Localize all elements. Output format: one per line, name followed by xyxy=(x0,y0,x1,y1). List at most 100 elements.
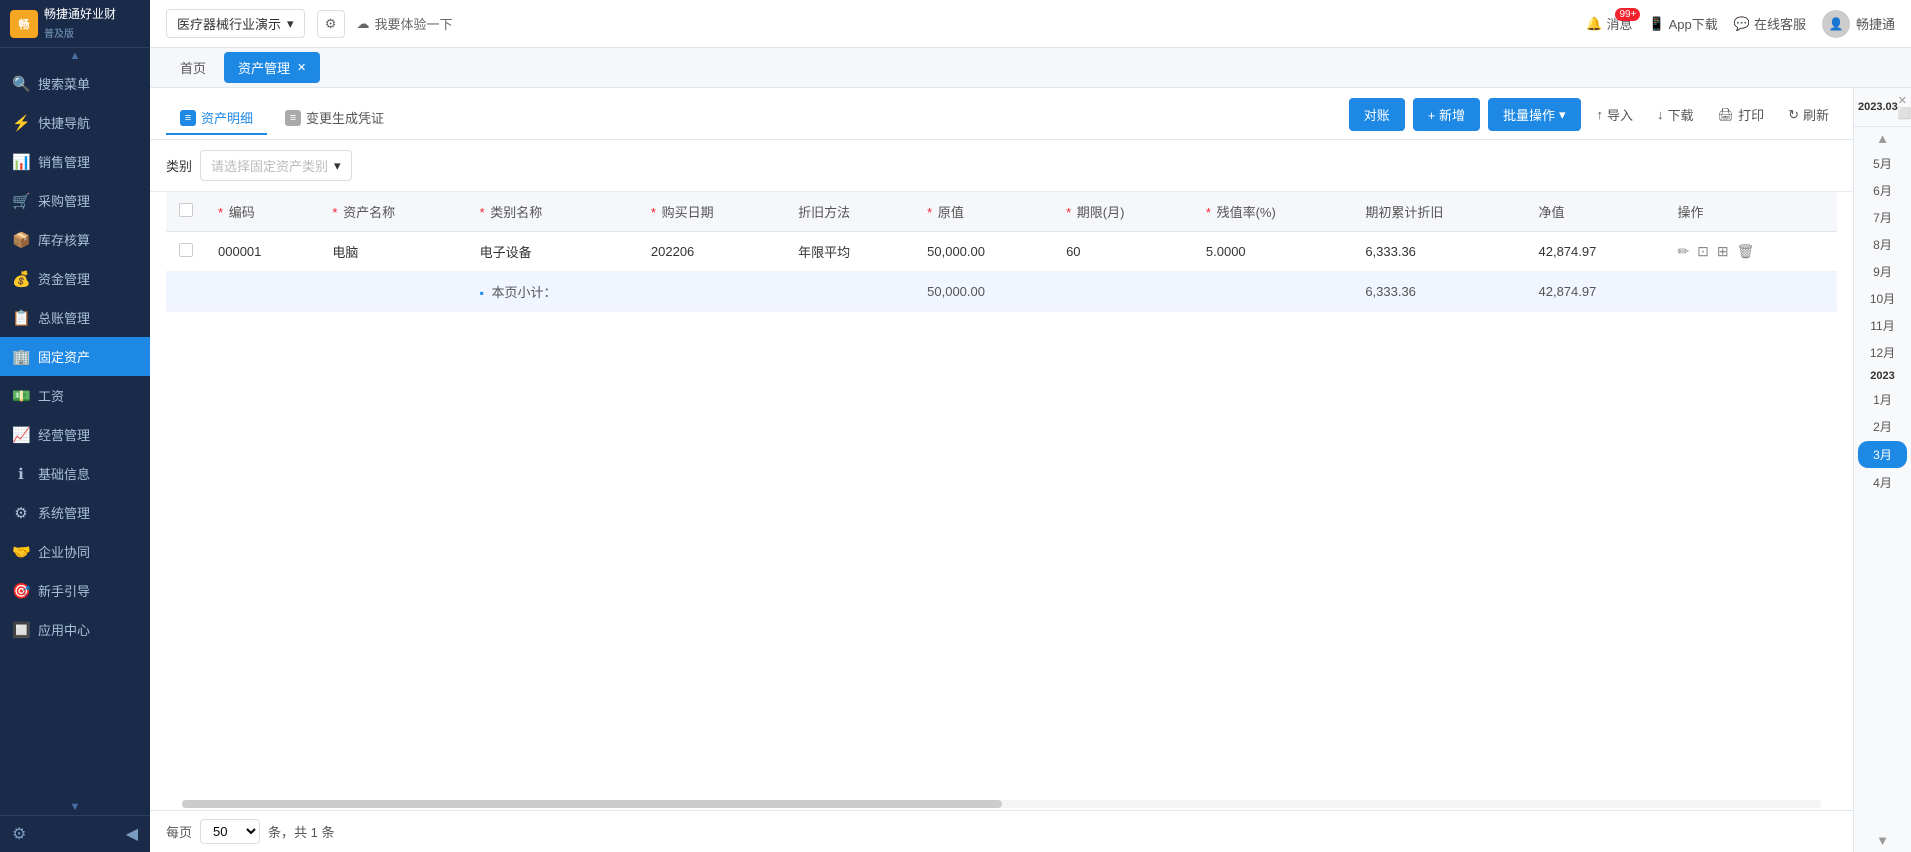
per-page-select[interactable]: 50 100 200 xyxy=(200,819,260,844)
timeline-prev-button[interactable]: ▲ xyxy=(1854,127,1911,150)
th-code: * 编码 xyxy=(206,192,320,232)
th-depreciation-method: 折旧方法 xyxy=(786,192,915,232)
sidebar-item-collaboration[interactable]: 🤝 企业协同 xyxy=(0,532,150,571)
subtotal-row: ▪ 本页小计： 50,000.00 6,333.36 42,874.97 xyxy=(166,272,1837,312)
timeline-month-12[interactable]: 12月 xyxy=(1854,339,1911,366)
timeline-next-button[interactable]: ▼ xyxy=(1854,829,1911,852)
row-checkbox[interactable] xyxy=(179,243,193,257)
company-selector[interactable]: 医疗器械行业演示 ▾ xyxy=(166,9,305,38)
th-name: * 资产名称 xyxy=(320,192,467,232)
online-support-button[interactable]: 💬 在线客服 xyxy=(1734,14,1806,33)
tab-home[interactable]: 首页 xyxy=(166,52,220,83)
print-button[interactable]: 🖨 打印 xyxy=(1710,99,1773,130)
th-period: * 期限(月) xyxy=(1054,192,1194,232)
add-new-button[interactable]: + 新增 xyxy=(1413,98,1480,131)
sidebar-item-basic-info[interactable]: ℹ 基础信息 xyxy=(0,454,150,493)
ledger-icon: 📋 xyxy=(12,309,30,327)
tab-asset-label: 资产管理 xyxy=(238,58,290,77)
notifications-button[interactable]: 🔔 消息 99+ xyxy=(1586,14,1632,33)
sidebar-item-operations[interactable]: 📈 经营管理 xyxy=(0,415,150,454)
handshake-icon: 🤝 xyxy=(12,543,30,561)
horizontal-scrollbar[interactable] xyxy=(182,800,1821,808)
sub-tab-voucher[interactable]: ≡ 变更生成凭证 xyxy=(271,102,398,135)
select-all-checkbox[interactable] xyxy=(179,203,193,217)
settings-bottom-icon[interactable]: ⚙ xyxy=(12,824,26,844)
tab-asset-management[interactable]: 资产管理 ✕ xyxy=(224,52,320,83)
copy-icon[interactable]: ⊡ xyxy=(1697,243,1709,260)
apps-icon: 🔲 xyxy=(12,621,30,639)
sidebar-item-salary[interactable]: 💵 工资 xyxy=(0,376,150,415)
operations-icon: 📈 xyxy=(12,426,30,444)
timeline-month-11[interactable]: 11月 xyxy=(1854,312,1911,339)
delete-icon[interactable]: 🗑 xyxy=(1737,243,1755,260)
sidebar-item-search[interactable]: 🔍 搜索菜单 xyxy=(0,64,150,103)
app-download-button[interactable]: 📱 App下载 xyxy=(1648,14,1717,33)
sidebar-item-inventory[interactable]: 📦 库存核算 xyxy=(0,220,150,259)
sub-tab-asset-detail[interactable]: ≡ 资产明细 xyxy=(166,102,267,135)
top-header: 医疗器械行业演示 ▾ ⚙ ☁ 我要体验一下 🔔 消息 99+ 📱 App下载 💬… xyxy=(150,0,1911,48)
timeline-month-1[interactable]: 1月 xyxy=(1854,386,1911,413)
download-icon: 📱 xyxy=(1648,16,1664,32)
timeline-month-2[interactable]: 2月 xyxy=(1854,413,1911,440)
building-icon: 🏢 xyxy=(12,348,30,366)
timeline-month-3-current[interactable]: 3月 xyxy=(1858,441,1907,468)
tab-close-icon[interactable]: ✕ xyxy=(297,61,306,74)
import-button[interactable]: ↑ 导入 xyxy=(1589,99,1642,130)
timeline-month-9[interactable]: 9月 xyxy=(1854,258,1911,285)
timeline-month-7[interactable]: 7月 xyxy=(1854,204,1911,231)
action-icons: ✏ ⊡ ⊞ 🗑 xyxy=(1677,243,1825,260)
subtotal-label: 本页小计： xyxy=(491,285,556,300)
money-icon: 💰 xyxy=(12,270,30,288)
th-residual-rate: * 残值率(%) xyxy=(1194,192,1353,232)
settings-button[interactable]: ⚙ xyxy=(317,10,345,38)
more-icon[interactable]: ⊞ xyxy=(1717,243,1729,260)
timeline-close-icon[interactable]: ✕ xyxy=(1898,94,1911,107)
collapse-icon[interactable]: ◀ xyxy=(126,824,138,844)
timeline-month-4[interactable]: 4月 xyxy=(1854,469,1911,496)
cell-actions: ✏ ⊡ ⊞ 🗑 xyxy=(1665,232,1837,272)
sidebar-item-ledger[interactable]: 📋 总账管理 xyxy=(0,298,150,337)
th-accumulated-depreciation: 期初累计折旧 xyxy=(1353,192,1526,232)
timeline-month-8[interactable]: 8月 xyxy=(1854,231,1911,258)
company-name: 医疗器械行业演示 xyxy=(177,14,281,33)
sidebar-item-finance[interactable]: 💰 资金管理 xyxy=(0,259,150,298)
sidebar-item-purchase[interactable]: 🛒 采购管理 xyxy=(0,181,150,220)
category-filter-select[interactable]: 请选择固定资产类别 ▾ xyxy=(200,150,352,181)
download-button[interactable]: ↓ 下载 xyxy=(1649,99,1702,130)
batch-ops-button[interactable]: 批量操作 ▾ xyxy=(1488,98,1581,131)
asset-detail-icon: ≡ xyxy=(180,110,196,126)
timeline-expand-icon[interactable]: ⬜ xyxy=(1898,107,1911,120)
sidebar-item-quick-nav[interactable]: ⚡ 快捷导航 xyxy=(0,103,150,142)
tab-home-label: 首页 xyxy=(180,58,206,77)
th-net-value: 净值 xyxy=(1527,192,1666,232)
timeline-month-5[interactable]: 5月 xyxy=(1854,150,1911,177)
info-icon: ℹ xyxy=(12,465,30,483)
sidebar-item-fixed-assets[interactable]: 🏢 固定资产 xyxy=(0,337,150,376)
voucher-icon: ≡ xyxy=(285,110,301,126)
edit-icon[interactable]: ✏ xyxy=(1677,243,1689,260)
sidebar-item-app-center[interactable]: 🔲 应用中心 xyxy=(0,610,150,649)
sidebar-item-guide[interactable]: 🎯 新手引导 xyxy=(0,571,150,610)
lightning-icon: ⚡ xyxy=(12,114,30,132)
pagination: 每页 50 100 200 条，共 1 条 xyxy=(150,810,1853,852)
per-page-label: 每页 xyxy=(166,822,192,841)
reconcile-button[interactable]: 对账 xyxy=(1349,98,1405,131)
sub-tabs: ≡ 资产明细 ≡ 变更生成凭证 对账 + 新增 批量操作 ▾ ↑ xyxy=(150,88,1853,140)
th-original-value: * 原值 xyxy=(915,192,1054,232)
main-area: 医疗器械行业演示 ▾ ⚙ ☁ 我要体验一下 🔔 消息 99+ 📱 App下载 💬… xyxy=(150,0,1911,852)
sidebar-item-sales[interactable]: 📊 销售管理 xyxy=(0,142,150,181)
timeline-year-label: 2023.03 xyxy=(1858,101,1898,113)
table-row: 000001 电脑 电子设备 202206 年限平均 50,000.00 60 … xyxy=(166,232,1837,272)
refresh-button[interactable]: ↻ 刷新 xyxy=(1780,99,1837,130)
cell-purchase-date: 202206 xyxy=(639,232,786,272)
timeline-scroll: 5月 6月 7月 8月 9月 10月 11月 12月 2023 1月 2月 3月… xyxy=(1854,150,1911,829)
main-content: ≡ 资产明细 ≡ 变更生成凭证 对账 + 新增 批量操作 ▾ ↑ xyxy=(150,88,1853,852)
sidebar-item-system[interactable]: ⚙ 系统管理 xyxy=(0,493,150,532)
sidebar-bottom: ⚙ ◀ xyxy=(0,815,150,852)
timeline-month-10[interactable]: 10月 xyxy=(1854,285,1911,312)
th-purchase-date: * 购买日期 xyxy=(639,192,786,232)
experience-button[interactable]: ☁ 我要体验一下 xyxy=(357,14,453,33)
user-menu[interactable]: 👤 畅捷通 xyxy=(1822,10,1895,38)
guide-icon: 🎯 xyxy=(12,582,30,600)
timeline-month-6[interactable]: 6月 xyxy=(1854,177,1911,204)
